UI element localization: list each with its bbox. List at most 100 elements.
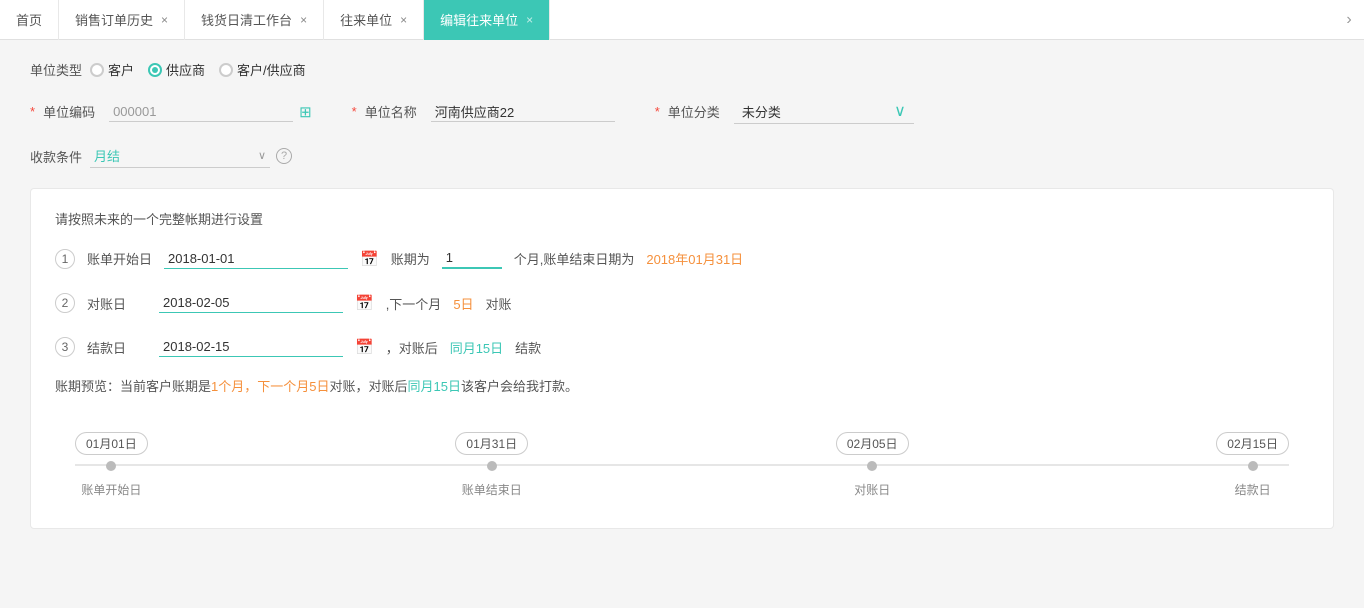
period-suffix2-2: 对账 [486,294,512,313]
payment-terms-select[interactable]: 月结 ∨ [90,144,270,168]
unit-code-required: * [30,104,35,119]
period-suffix2-3: 结款 [515,338,541,357]
timeline: 01月01日 账单开始日 01月31日 账单结束日 02月05日 对账日 [55,422,1309,508]
period-highlight-2: 5日 [453,294,473,313]
unit-name-input[interactable] [431,102,615,122]
tab-cash-workbench-label: 钱货日清工作台 [201,10,292,29]
preview-part4: 同月15日 [408,379,461,394]
radio-both-label: 客户/供应商 [237,60,306,79]
radio-supplier-circle [148,63,162,77]
tab-sales-history-close[interactable]: × [161,13,168,27]
period-label-3: 结款日 [87,338,147,357]
timeline-badge-1: 01月01日 [75,432,148,455]
unit-name-required: * [352,104,357,119]
unit-code-field: * 单位编码 ⊞ [30,102,312,122]
preview-text: 账期预览：当前客户账期是1个月，下一个月5日对账，对账后同月15日该客户会给我打… [55,377,1309,398]
preview-part1: 1个月， [211,379,257,394]
radio-customer-circle [90,63,104,77]
period-date-input-2[interactable] [159,293,343,313]
period-months-input[interactable] [442,248,502,269]
timeline-points: 01月01日 账单开始日 01月31日 账单结束日 02月05日 对账日 [75,432,1289,498]
period-num-3: 3 [55,337,75,357]
tab-sales-history-label: 销售订单历史 [75,10,153,29]
tab-edit-partner-label: 编辑往来单位 [440,10,518,29]
period-highlight-3: 同月15日 [450,338,503,357]
tabs-bar: 首页 销售订单历史 × 钱货日清工作台 × 往来单位 × 编辑往来单位 × › [0,0,1364,40]
radio-both[interactable]: 客户/供应商 [219,60,306,79]
tab-cash-workbench-close[interactable]: × [300,13,307,27]
preview-part5: 该客户会给我打款。 [461,379,578,394]
period-row-1: 1 账单开始日 📅 账期为 个月,账单结束日期为 2018年01月31日 [55,248,1309,269]
preview-section: 账期预览：当前客户账期是1个月，下一个月5日对账，对账后同月15日该客户会给我打… [55,361,1309,508]
payment-terms-help-icon[interactable]: ? [276,148,292,164]
timeline-badge-4: 02月15日 [1216,432,1289,455]
unit-type-radio-group: 客户 供应商 客户/供应商 [90,60,306,79]
preview-part3: 对账，对账后 [329,379,407,394]
unit-name-label: 单位名称 [365,102,417,121]
period-date-input-1[interactable] [164,249,348,269]
period-row-3: 3 结款日 📅 ，对账后 同月15日 结款 [55,337,1309,357]
unit-code-input[interactable] [109,102,293,122]
period-calendar-1[interactable]: 📅 [360,250,379,268]
timeline-label-3: 对账日 [854,481,890,498]
preview-label: 账期预览：当前客户账期是 [55,379,211,394]
tab-home-label: 首页 [16,10,42,29]
period-months-suffix: 个月,账单结束日期为 [514,249,635,268]
radio-both-circle [219,63,233,77]
preview-part2: 下一个月5日 [257,379,329,394]
unit-type-label: 单位类型 [30,60,82,79]
payment-terms-value: 月结 [94,146,254,165]
period-box-title: 请按照未来的一个完整帐期进行设置 [55,209,1309,228]
tab-edit-partner-close[interactable]: × [526,13,533,27]
period-label-2: 对账日 [87,294,147,313]
unit-details-row: * 单位编码 ⊞ * 单位名称 * 单位分类 未分类 ∨ [30,99,1334,124]
period-label-1: 账单开始日 [87,249,152,268]
tabs-more-button[interactable]: › [1334,11,1364,29]
period-calendar-2[interactable]: 📅 [355,294,374,312]
timeline-label-4: 结款日 [1235,481,1271,498]
period-calendar-3[interactable]: 📅 [355,338,374,356]
timeline-point-4: 02月15日 结款日 [1216,432,1289,498]
timeline-label-2: 账单结束日 [462,481,522,498]
tabs-more-icon: › [1346,11,1351,29]
radio-supplier[interactable]: 供应商 [148,60,205,79]
payment-terms-label: 收款条件 [30,147,82,166]
unit-category-value: 未分类 [742,102,894,121]
unit-category-label: 单位分类 [668,102,720,121]
timeline-point-2: 01月31日 账单结束日 [455,432,528,498]
unit-category-arrow: ∨ [894,101,906,121]
timeline-label-1: 账单开始日 [81,481,141,498]
main-content: 单位类型 客户 供应商 客户/供应商 * 单位编码 ⊞ * 单位名称 [0,40,1364,608]
timeline-point-1: 01月01日 账单开始日 [75,432,148,498]
timeline-badge-3: 02月05日 [836,432,909,455]
period-suffix-3: ，对账后 [386,338,438,357]
payment-terms-row: 收款条件 月结 ∨ ? [30,144,1334,168]
tab-edit-partner[interactable]: 编辑往来单位 × [424,0,550,40]
radio-customer-label: 客户 [108,60,134,79]
unit-category-field: * 单位分类 未分类 ∨ [655,99,914,124]
timeline-point-3: 02月05日 对账日 [836,432,909,498]
tab-partner-units-label: 往来单位 [340,10,392,29]
tab-partner-units[interactable]: 往来单位 × [324,0,424,40]
period-date-input-3[interactable] [159,337,343,357]
unit-category-required: * [655,104,660,119]
period-suffix-1: 账期为 [391,249,430,268]
unit-code-icon[interactable]: ⊞ [299,103,312,121]
radio-customer[interactable]: 客户 [90,60,134,79]
radio-supplier-label: 供应商 [166,60,205,79]
tab-partner-units-close[interactable]: × [400,13,407,27]
period-settings-box: 请按照未来的一个完整帐期进行设置 1 账单开始日 📅 账期为 个月,账单结束日期… [30,188,1334,529]
payment-terms-arrow: ∨ [258,149,266,162]
period-suffix-2: ,下一个月 [386,294,442,313]
unit-name-field: * 单位名称 [352,102,615,122]
unit-category-select[interactable]: 未分类 ∨ [734,99,914,124]
tab-cash-workbench[interactable]: 钱货日清工作台 × [185,0,324,40]
tab-home[interactable]: 首页 [0,0,59,40]
tab-sales-history[interactable]: 销售订单历史 × [59,0,185,40]
unit-type-row: 单位类型 客户 供应商 客户/供应商 [30,60,1334,79]
period-num-2: 2 [55,293,75,313]
unit-code-label: 单位编码 [43,102,95,121]
period-end-date: 2018年01月31日 [646,249,743,268]
timeline-badge-2: 01月31日 [455,432,528,455]
period-num-1: 1 [55,249,75,269]
